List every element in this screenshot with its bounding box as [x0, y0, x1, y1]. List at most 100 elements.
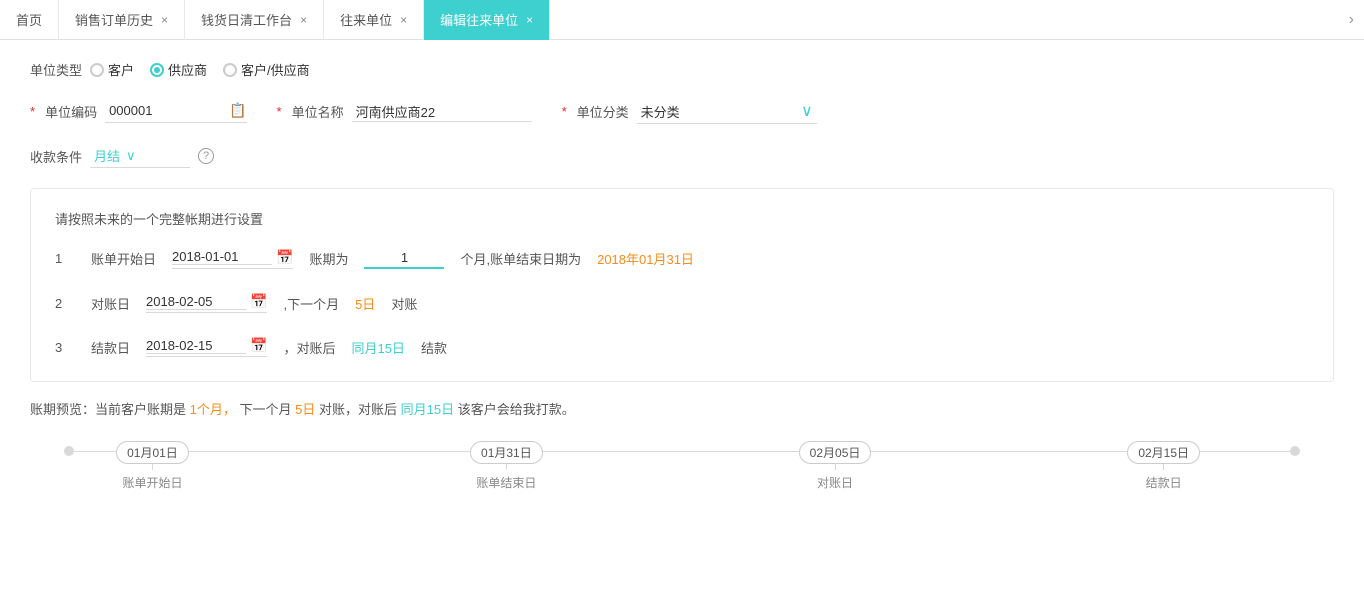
unit-type-field: 单位类型 客户 供应商 客户/供应商	[30, 60, 310, 79]
period-row3-suffix: 结款	[421, 338, 447, 357]
period-row3-prefix: ，对账后	[283, 338, 335, 357]
period-date-3-input[interactable]	[146, 338, 246, 354]
chevron-down-icon: ∨	[801, 101, 813, 121]
period-num-2: 2	[55, 296, 75, 311]
period-date-3-wrapper: 📅	[146, 337, 267, 357]
tab-edit-close[interactable]: ×	[526, 13, 533, 27]
timeline-label-4: 结款日	[1146, 474, 1182, 491]
unit-code-calendar-icon[interactable]: 📋	[229, 102, 246, 119]
tab-partner-label: 往来单位	[340, 10, 392, 29]
period-end-date: 2018年01月31日	[597, 249, 694, 268]
payment-chevron-icon: ∨	[126, 148, 136, 164]
period-row2-prefix: ,下一个月	[283, 294, 339, 313]
unit-name-star: *	[277, 104, 282, 119]
timeline-point-4: 02月15日 结款日	[1127, 441, 1200, 491]
period-period-label: 账期为	[309, 249, 348, 268]
payment-value: 月结	[94, 146, 120, 165]
timeline-label-2: 账单结束日	[476, 474, 536, 491]
radio-both-circle	[223, 63, 237, 77]
preview-middle: 下一个月	[240, 402, 292, 417]
payment-row: 收款条件 月结 ∨ ?	[30, 144, 1334, 168]
preview-highlight3: 同月15日	[401, 402, 454, 417]
timeline-label-1: 账单开始日	[122, 474, 182, 491]
preview-highlight1: 1个月，	[190, 402, 236, 417]
period-cal-2-icon[interactable]: 📅	[250, 293, 267, 310]
preview-text: 账期预览：当前客户账期是 1个月， 下一个月 5日 对账，对账后 同月15日 该…	[30, 398, 1334, 421]
period-title: 请按照未来的一个完整帐期进行设置	[55, 209, 1309, 228]
unit-category-label: 单位分类	[577, 102, 629, 121]
unit-code-input[interactable]	[105, 101, 225, 120]
period-cal-3-icon[interactable]: 📅	[250, 337, 267, 354]
timeline-badge-4: 02月15日	[1127, 441, 1200, 464]
timeline-point-1: 01月01日 账单开始日	[116, 441, 189, 491]
timeline-point-3: 02月05日 对账日	[799, 441, 872, 491]
timeline-label-3: 对账日	[817, 474, 853, 491]
unit-name-input[interactable]	[352, 102, 532, 122]
unit-category-star: *	[562, 104, 567, 119]
period-num-3: 3	[55, 340, 75, 355]
tab-cash-label: 钱货日清工作台	[201, 10, 292, 29]
payment-select[interactable]: 月结 ∨	[90, 144, 190, 168]
unit-code-star: *	[30, 104, 35, 119]
tab-edit-partner[interactable]: 编辑往来单位 ×	[424, 0, 550, 40]
radio-customer-circle	[90, 63, 104, 77]
unit-type-row: 单位类型 客户 供应商 客户/供应商	[30, 60, 1334, 79]
period-row-2: 2 对账日 📅 ,下一个月 5日 对账	[55, 293, 1309, 313]
question-icon[interactable]: ?	[198, 148, 214, 164]
radio-customer[interactable]: 客户	[90, 60, 134, 79]
tab-sales-close[interactable]: ×	[161, 13, 168, 27]
timeline-start-dot	[64, 446, 74, 456]
unit-category-value: 未分类	[641, 102, 801, 121]
payment-label: 收款条件	[30, 147, 82, 166]
preview-middle2: 对账，对账后	[319, 402, 397, 417]
period-row-3: 3 结款日 📅 ，对账后 同月15日 结款	[55, 337, 1309, 357]
radio-group: 客户 供应商 客户/供应商	[90, 60, 310, 79]
preview-section: 账期预览：当前客户账期是 1个月， 下一个月 5日 对账，对账后 同月15日 该…	[30, 398, 1334, 511]
timeline-end-dot	[1290, 446, 1300, 456]
period-cal-1-icon[interactable]: 📅	[276, 249, 293, 266]
period-date-2-input[interactable]	[146, 294, 246, 310]
tabs-bar: 首页 销售订单历史 × 钱货日清工作台 × 往来单位 × 编辑往来单位 × ›	[0, 0, 1364, 40]
unit-info-row: * 单位编码 📋 * 单位名称 * 单位分类 未分类 ∨	[30, 99, 1334, 124]
unit-category-dropdown[interactable]: 未分类 ∨	[637, 99, 817, 124]
tab-partner-units[interactable]: 往来单位 ×	[324, 0, 424, 40]
period-unit-label: 个月,账单结束日期为	[460, 249, 581, 268]
timeline-badge-3: 02月05日	[799, 441, 872, 464]
period-box: 请按照未来的一个完整帐期进行设置 1 账单开始日 📅 账期为 个月,账单结束日期…	[30, 188, 1334, 382]
period-date-2-wrapper: 📅	[146, 293, 267, 313]
unit-name-field: * 单位名称	[277, 102, 532, 122]
preview-prefix: 账期预览：当前客户账期是	[30, 402, 186, 417]
unit-name-label: 单位名称	[292, 102, 344, 121]
tab-home[interactable]: 首页	[0, 0, 59, 40]
radio-both-label: 客户/供应商	[241, 60, 310, 79]
period-num-1: 1	[55, 251, 75, 266]
radio-both[interactable]: 客户/供应商	[223, 60, 310, 79]
tab-sales-order[interactable]: 销售订单历史 ×	[59, 0, 185, 40]
period-months-input[interactable]	[364, 248, 444, 269]
main-content: 单位类型 客户 供应商 客户/供应商 * 单位编码	[0, 40, 1364, 608]
tab-partner-close[interactable]: ×	[400, 13, 407, 27]
preview-suffix: 该客户会给我打款。	[458, 402, 575, 417]
tab-sales-label: 销售订单历史	[75, 10, 153, 29]
tab-edit-label: 编辑往来单位	[440, 10, 518, 29]
unit-code-field: * 单位编码 📋	[30, 101, 247, 123]
radio-customer-label: 客户	[108, 60, 134, 79]
timeline-badge-2: 01月31日	[470, 441, 543, 464]
timeline-wrapper: 01月01日 账单开始日 01月31日 账单结束日 02月05日 对账日	[30, 441, 1334, 511]
timeline-badge-1: 01月01日	[116, 441, 189, 464]
tabs-right-arrow[interactable]: ›	[1339, 11, 1364, 29]
period-row3-highlight: 同月15日	[351, 338, 404, 357]
tab-cash-work[interactable]: 钱货日清工作台 ×	[185, 0, 324, 40]
tab-cash-close[interactable]: ×	[300, 13, 307, 27]
payment-field: 收款条件 月结 ∨ ?	[30, 144, 214, 168]
period-label-3: 结款日	[91, 338, 130, 357]
period-row2-suffix: 对账	[391, 294, 417, 313]
period-label-2: 对账日	[91, 294, 130, 313]
period-date-1-input[interactable]	[172, 249, 272, 265]
period-date-1-wrapper: 📅	[172, 249, 293, 269]
radio-supplier-circle	[150, 63, 164, 77]
tab-home-label: 首页	[16, 10, 42, 29]
unit-code-input-wrapper: 📋	[105, 101, 246, 123]
radio-supplier[interactable]: 供应商	[150, 60, 207, 79]
unit-category-field: * 单位分类 未分类 ∨	[562, 99, 817, 124]
